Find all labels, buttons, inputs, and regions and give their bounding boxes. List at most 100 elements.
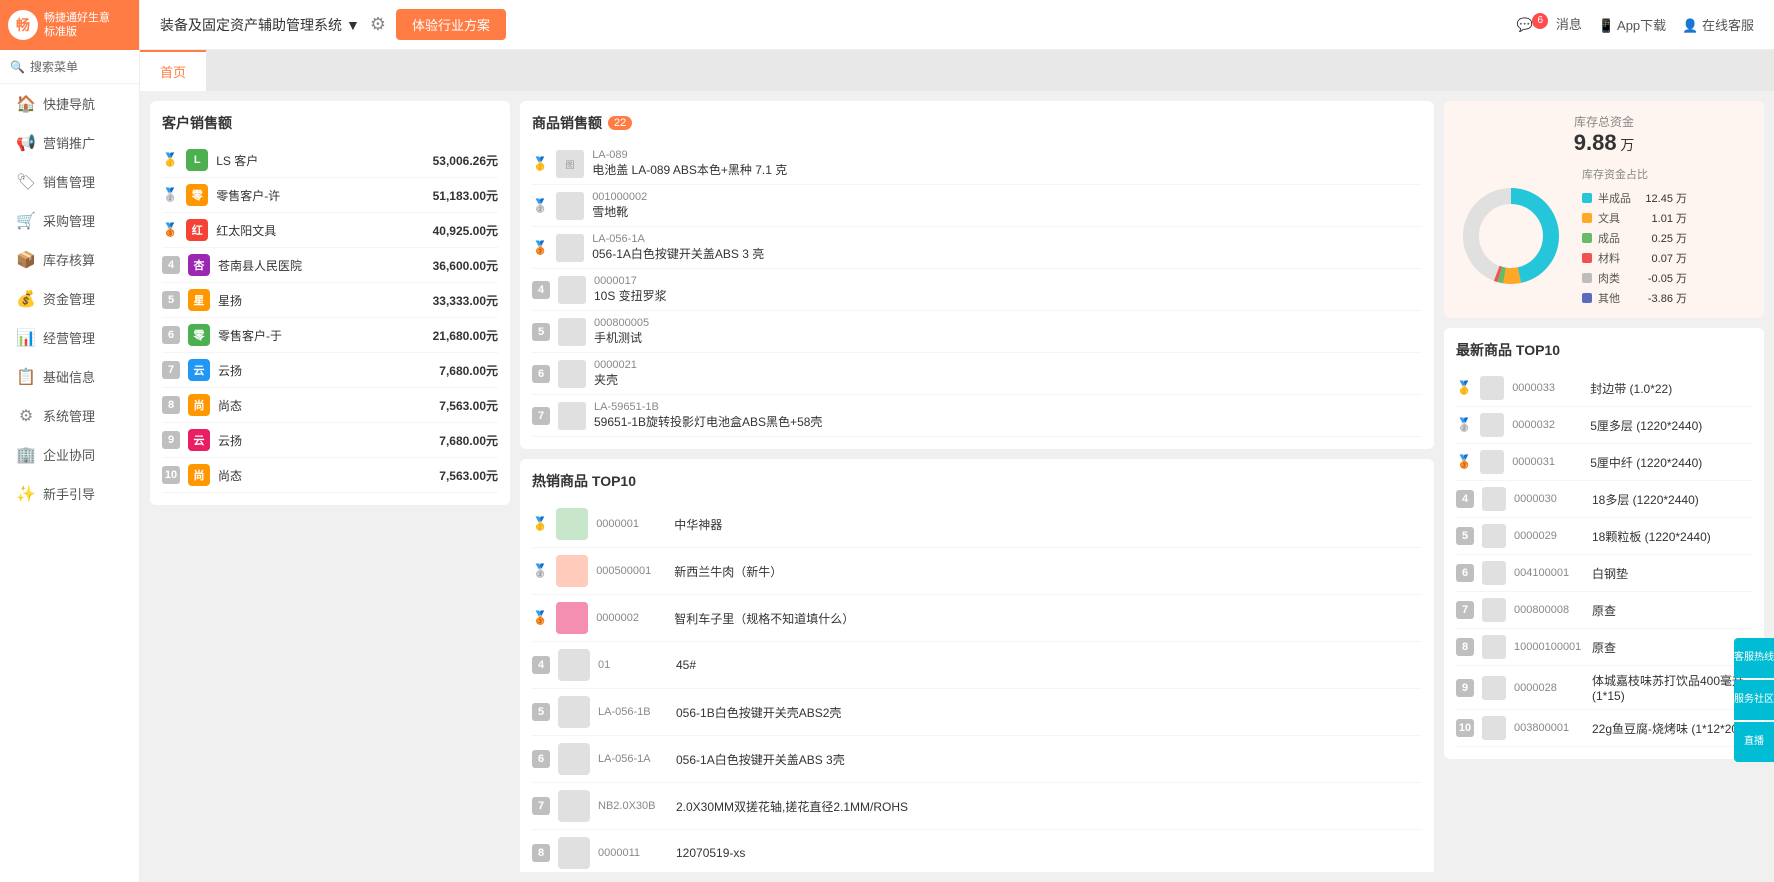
page-body: 客户销售额 🥇 L LS 客户 53,006.26元 🥈 零 零售客户-许 51… xyxy=(140,91,1774,882)
sidebar-item-basic[interactable]: 📋 基础信息 xyxy=(0,357,139,396)
donut-chart-container: 库存资金占比 半成品 12.45 万 文具 1.01 万 xyxy=(1456,166,1752,306)
dropdown-arrow-icon: ▼ xyxy=(346,17,360,33)
product-sales-rank-header: 商品销售额 22 xyxy=(532,113,1422,133)
online-service-item[interactable]: 👤 在线客服 xyxy=(1682,15,1754,34)
hot-prod-4: 4 01 45# xyxy=(532,642,1422,689)
new-products-title: 最新商品 TOP10 xyxy=(1456,340,1752,360)
rank-item-5: 5 星 星扬 33,333.00元 xyxy=(162,283,498,318)
float-buttons: 客服热线 服务社区 直播 xyxy=(1734,638,1774,762)
rank-avatar-7: 云 xyxy=(188,359,210,381)
hot-prod-3: 🥉 0000002 智利车子里（规格不知道填什么） xyxy=(532,595,1422,642)
prod-rank-1: 🥇 图 LA-089 电池盖 LA-089 ABS本色+黑种 7.1 克 xyxy=(532,143,1422,185)
search-menu[interactable]: 🔍 搜索菜单 xyxy=(0,50,139,84)
new-prod-1: 🥇 0000033 封边带 (1.0*22) xyxy=(1456,370,1752,407)
system-name-dropdown[interactable]: 装备及固定资产辅助管理系统 ▼ xyxy=(160,15,360,35)
new-prod-2: 🥈 0000032 5厘多层 (1220*2440) xyxy=(1456,407,1752,444)
sidebar-item-purchase[interactable]: 🛒 采购管理 xyxy=(0,201,139,240)
sidebar-item-collab[interactable]: 🏢 企业协同 xyxy=(0,435,139,474)
rank-item-3: 🥉 红 红太阳文具 40,925.00元 xyxy=(162,213,498,248)
medal-bronze-icon: 🥉 xyxy=(162,222,178,238)
basic-icon: 📋 xyxy=(17,368,35,386)
hot-prod-thumb-5 xyxy=(558,696,590,728)
hot-medal-1: 🥇 xyxy=(532,516,548,532)
tab-home[interactable]: 首页 xyxy=(140,50,206,91)
prod-thumb-3 xyxy=(556,234,584,262)
right-column: 库存总资金 9.88 万 xyxy=(1444,101,1764,872)
customer-rank-title: 客户销售额 xyxy=(162,113,498,133)
legend-item-stationery: 文具 1.01 万 xyxy=(1582,210,1687,226)
new-prod-6: 6 004100001 白钢垫 xyxy=(1456,555,1752,592)
hot-prod-thumb-2 xyxy=(556,555,588,587)
legend-item-material: 材料 0.07 万 xyxy=(1582,250,1687,266)
new-prod-thumb-4 xyxy=(1482,487,1506,511)
prod-thumb-5 xyxy=(558,318,586,346)
guide-icon: ✨ xyxy=(17,485,35,503)
home-icon: 🏠 xyxy=(17,95,35,113)
collab-icon: 🏢 xyxy=(17,446,35,464)
rank-avatar-10: 尚 xyxy=(188,464,210,486)
hot-prod-6: 6 LA-056-1A 056-1A白色按键开关盖ABS 3壳 xyxy=(532,736,1422,783)
rank-avatar-6: 零 xyxy=(188,324,210,346)
medal-gold-icon: 🥇 xyxy=(162,152,178,168)
rank-item-2: 🥈 零 零售客户-许 51,183.00元 xyxy=(162,178,498,213)
trial-btn[interactable]: 体验行业方案 xyxy=(396,9,506,40)
message-item[interactable]: 💬 6 消息 xyxy=(1516,14,1581,35)
legend-item-finished: 成品 0.25 万 xyxy=(1582,230,1687,246)
marketing-icon: 📢 xyxy=(17,134,35,152)
new-prod-thumb-3 xyxy=(1480,450,1504,474)
search-icon: 🔍 xyxy=(10,60,25,74)
customer-rank-card: 客户销售额 🥇 L LS 客户 53,006.26元 🥈 零 零售客户-许 51… xyxy=(150,101,510,505)
finance-icon: 💰 xyxy=(17,290,35,308)
prod-rank-4: 4 0000017 10S 变扭罗浆 xyxy=(532,269,1422,311)
sidebar-item-sales[interactable]: 🏷 销售管理 xyxy=(0,162,139,201)
hot-prod-thumb-1 xyxy=(556,508,588,540)
middle-column: 商品销售额 22 🥇 图 LA-089 电池盖 LA-089 ABS本色+黑种 … xyxy=(520,101,1434,872)
hot-prod-thumb-7 xyxy=(558,790,590,822)
sidebar-item-management[interactable]: 📊 经营管理 xyxy=(0,318,139,357)
sidebar-item-guide[interactable]: ✨ 新手引导 xyxy=(0,474,139,513)
new-prod-thumb-2 xyxy=(1480,413,1504,437)
sidebar-item-finance[interactable]: 💰 资金管理 xyxy=(0,279,139,318)
rank-avatar-1: L xyxy=(186,149,208,171)
rank-item-4: 4 杏 苍南县人民医院 36,600.00元 xyxy=(162,248,498,283)
hot-prod-1: 🥇 0000001 中华神器 xyxy=(532,501,1422,548)
hot-prod-7: 7 NB2.0X30B 2.0X30MM双搓花轴,搓花直径2.1MM/ROHS xyxy=(532,783,1422,830)
prod-rank-6: 6 0000021 夹壳 xyxy=(532,353,1422,395)
main-content: 装备及固定资产辅助管理系统 ▼ ⚙ 体验行业方案 💬 6 消息 📱 App下载 … xyxy=(140,0,1774,882)
sidebar-item-marketing[interactable]: 📢 营销推广 xyxy=(0,123,139,162)
hot-prod-2: 🥈 000500001 新西兰牛肉（新牛） xyxy=(532,548,1422,595)
new-prod-7: 7 000800008 原查 xyxy=(1456,592,1752,629)
left-column: 客户销售额 🥇 L LS 客户 53,006.26元 🥈 零 零售客户-许 51… xyxy=(150,101,510,872)
prod-thumb-2 xyxy=(556,192,584,220)
float-btn-live[interactable]: 直播 xyxy=(1734,722,1774,762)
new-prod-thumb-9 xyxy=(1482,676,1506,700)
float-btn-service[interactable]: 客服热线 xyxy=(1734,638,1774,678)
new-prod-thumb-5 xyxy=(1482,524,1506,548)
rank-item-9: 9 云 云扬 7,680.00元 xyxy=(162,423,498,458)
new-prod-thumb-7 xyxy=(1482,598,1506,622)
app-download-item[interactable]: 📱 App下载 xyxy=(1598,15,1666,34)
system-icon: ⚙ xyxy=(17,407,35,425)
new-prod-thumb-1 xyxy=(1480,376,1504,400)
prod-medal-1: 🥇 xyxy=(532,156,548,172)
inventory-card: 库存总资金 9.88 万 xyxy=(1444,101,1764,318)
hot-prod-thumb-3 xyxy=(556,602,588,634)
sidebar-item-inventory[interactable]: 📦 库存核算 xyxy=(0,240,139,279)
app-logo: 畅 畅捷通好生意 标准版 xyxy=(0,0,139,50)
hot-prod-thumb-6 xyxy=(558,743,590,775)
management-icon: 📊 xyxy=(17,329,35,347)
rank-item-6: 6 零 零售客户-于 21,680.00元 xyxy=(162,318,498,353)
sidebar: 畅 畅捷通好生意 标准版 🔍 搜索菜单 🏠 快捷导航 📢 营销推广 🏷 销售管理… xyxy=(0,0,140,882)
new-products-card: 最新商品 TOP10 🥇 0000033 封边带 (1.0*22) 🥈 0000… xyxy=(1444,328,1764,759)
sidebar-item-quicknav[interactable]: 🏠 快捷导航 xyxy=(0,84,139,123)
float-btn-community[interactable]: 服务社区 xyxy=(1734,680,1774,720)
inventory-icon: 📦 xyxy=(17,251,35,269)
sidebar-item-system[interactable]: ⚙ 系统管理 xyxy=(0,396,139,435)
gear-icon[interactable]: ⚙ xyxy=(370,14,386,35)
message-icon: 💬 xyxy=(1516,17,1532,32)
rank-item-1: 🥇 L LS 客户 53,006.26元 xyxy=(162,143,498,178)
rank-item-7: 7 云 云扬 7,680.00元 xyxy=(162,353,498,388)
new-prod-thumb-8 xyxy=(1482,635,1506,659)
new-prod-thumb-10 xyxy=(1482,716,1506,740)
inventory-legend: 库存资金占比 半成品 12.45 万 文具 1.01 万 xyxy=(1582,166,1687,306)
